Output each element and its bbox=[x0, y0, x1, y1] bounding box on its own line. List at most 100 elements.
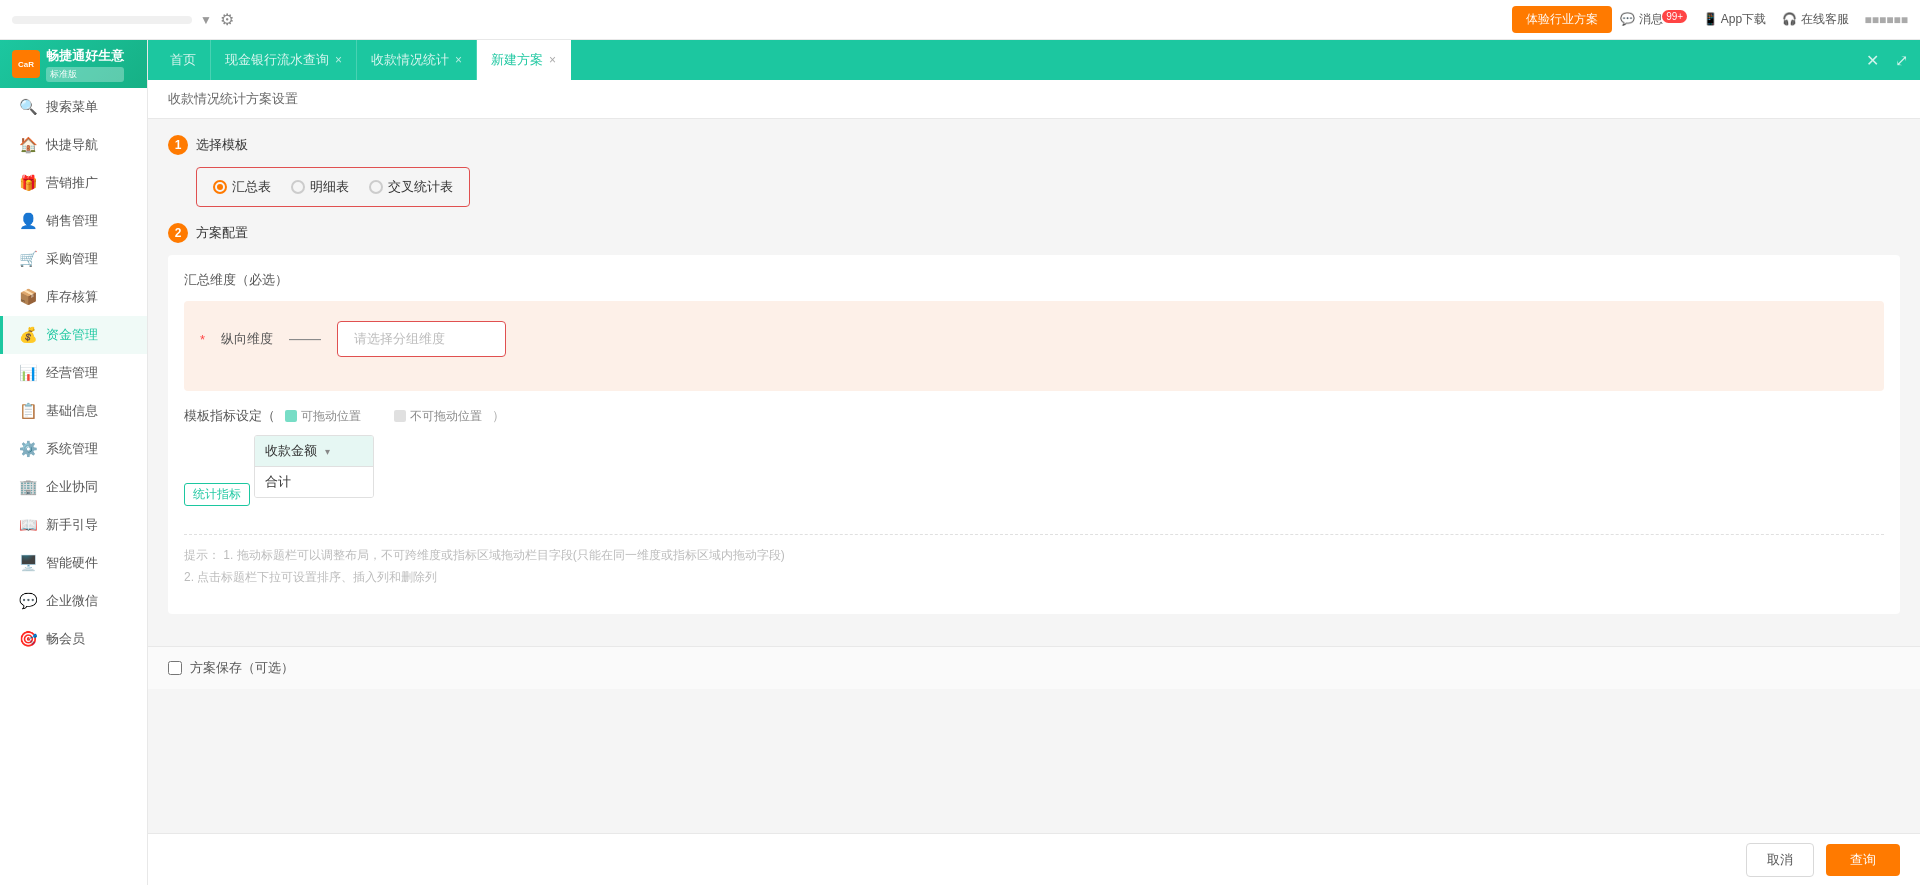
sidebar-item-label: 畅会员 bbox=[46, 630, 85, 648]
close-icon[interactable]: × bbox=[335, 54, 342, 66]
page-header: 收款情况统计方案设置 bbox=[148, 80, 1920, 119]
radio-cross[interactable]: 交叉统计表 bbox=[369, 178, 453, 196]
sidebar-item-operations[interactable]: 📊 经营管理 bbox=[0, 354, 147, 392]
step2-title: 方案配置 bbox=[196, 224, 248, 242]
box-icon: 📦 bbox=[19, 288, 38, 306]
metrics-header: 模板指标设定（ 可拖动位置 不可拖动位置 ） bbox=[184, 407, 1884, 425]
download-label: App下载 bbox=[1721, 12, 1766, 26]
tip1-text: 1. 拖动标题栏可以调整布局，不可跨维度或指标区域拖动栏目字段(只能在同一维度或… bbox=[223, 548, 784, 562]
stats-column-name: 收款金额 bbox=[265, 442, 317, 460]
sidebar-item-finance[interactable]: 💰 资金管理 bbox=[0, 316, 147, 354]
radio-summary[interactable]: 汇总表 bbox=[213, 178, 271, 196]
notification-area[interactable]: 💬 消息 99+ bbox=[1620, 11, 1687, 28]
gear-icon[interactable]: ⚙ bbox=[220, 10, 234, 29]
chevron-down-icon: ▾ bbox=[325, 446, 330, 457]
tab-new-plan-label: 新建方案 bbox=[491, 51, 543, 69]
action-bar: 取消 查询 bbox=[148, 833, 1920, 885]
stats-header-row[interactable]: 收款金额 ▾ bbox=[255, 436, 373, 467]
sidebar-item-quick-nav[interactable]: 🏠 快捷导航 bbox=[0, 126, 147, 164]
sidebar-item-basic-info[interactable]: 📋 基础信息 bbox=[0, 392, 147, 430]
metrics-close-paren: ） bbox=[492, 407, 505, 425]
locked-label: 不可拖动位置 bbox=[410, 408, 482, 425]
sidebar-item-label: 采购管理 bbox=[46, 250, 98, 268]
sidebar-item-label: 新手引导 bbox=[46, 516, 98, 534]
tab-receipt-stats-label: 收款情况统计 bbox=[371, 51, 449, 69]
tab-bank-flow-label: 现金银行流水查询 bbox=[225, 51, 329, 69]
search-box[interactable] bbox=[12, 16, 192, 24]
notification-badge: 99+ bbox=[1662, 10, 1687, 23]
content-area: 首页 现金银行流水查询 × 收款情况统计 × 新建方案 × ✕ ⤢ 收款情况统计… bbox=[148, 40, 1920, 885]
sidebar-item-hardware[interactable]: 🖥️ 智能硬件 bbox=[0, 544, 147, 582]
home-icon: 🏠 bbox=[19, 136, 38, 154]
sidebar-item-system[interactable]: ⚙️ 系统管理 bbox=[0, 430, 147, 468]
book-icon: 📖 bbox=[19, 516, 38, 534]
tip-label: 提示： bbox=[184, 548, 220, 562]
locked-badge: 不可拖动位置 bbox=[394, 408, 482, 425]
tab-bank-flow[interactable]: 现金银行流水查询 × bbox=[211, 40, 357, 80]
tab-home[interactable]: 首页 bbox=[156, 40, 211, 80]
tab-new-plan[interactable]: 新建方案 × bbox=[477, 40, 571, 80]
gift-icon: 🎁 bbox=[19, 174, 38, 192]
dimension-select[interactable]: 请选择分组维度 bbox=[337, 321, 506, 357]
online-service[interactable]: 🎧 在线客服 bbox=[1782, 11, 1848, 28]
settings-icon: ⚙️ bbox=[19, 440, 38, 458]
dimension-section-label: 汇总维度（必选） bbox=[184, 271, 1884, 289]
tip1: 提示： 1. 拖动标题栏可以调整布局，不可跨维度或指标区域拖动栏目字段(只能在同… bbox=[184, 545, 1884, 567]
close-window-icon[interactable]: ✕ bbox=[1862, 51, 1883, 70]
dimension-row: * 纵向维度 —— 请选择分组维度 bbox=[200, 321, 1868, 357]
dimension-label-text: 汇总维度（必选） bbox=[184, 272, 288, 287]
tab-home-label: 首页 bbox=[170, 51, 196, 69]
stats-body-row: 合计 bbox=[255, 467, 373, 497]
draggable-label: 可拖动位置 bbox=[301, 408, 361, 425]
tips-area: 提示： 1. 拖动标题栏可以调整布局，不可跨维度或指标区域拖动栏目字段(只能在同… bbox=[184, 534, 1884, 598]
app-download[interactable]: 📱 App下载 bbox=[1703, 11, 1766, 28]
locked-dot bbox=[394, 410, 406, 422]
maximize-icon[interactable]: ⤢ bbox=[1891, 51, 1912, 70]
industry-btn[interactable]: 体验行业方案 bbox=[1512, 6, 1612, 33]
step1-section: 1 选择模板 汇总表 bbox=[168, 135, 1900, 207]
template-selection: 汇总表 明细表 交叉统计表 bbox=[196, 167, 470, 207]
sidebar-item-wechat[interactable]: 💬 企业微信 bbox=[0, 582, 147, 620]
radio-detail-label: 明细表 bbox=[310, 178, 349, 196]
chart-icon: 📊 bbox=[19, 364, 38, 382]
sidebar-item-sales[interactable]: 👤 销售管理 bbox=[0, 202, 147, 240]
sidebar-item-guide[interactable]: 📖 新手引导 bbox=[0, 506, 147, 544]
sidebar-item-label: 基础信息 bbox=[46, 402, 98, 420]
logo-badge: 标准版 bbox=[46, 67, 124, 82]
service-label: 在线客服 bbox=[1801, 12, 1849, 26]
sidebar-item-label: 企业协同 bbox=[46, 478, 98, 496]
save-plan-label: 方案保存（可选） bbox=[190, 659, 294, 677]
step1-number: 1 bbox=[168, 135, 188, 155]
sidebar-item-enterprise[interactable]: 🏢 企业协同 bbox=[0, 468, 147, 506]
user-icon: 👤 bbox=[19, 212, 38, 230]
sidebar-item-label: 库存核算 bbox=[46, 288, 98, 306]
page-body: 1 选择模板 汇总表 bbox=[148, 119, 1920, 646]
member-icon: 🎯 bbox=[19, 630, 38, 648]
sidebar-item-search-menu[interactable]: 🔍 搜索菜单 bbox=[0, 88, 147, 126]
sidebar-item-member[interactable]: 🎯 畅会员 bbox=[0, 620, 147, 658]
radio-detail[interactable]: 明细表 bbox=[291, 178, 349, 196]
notification-label: 消息 bbox=[1639, 12, 1663, 26]
dimension-required-star: * bbox=[200, 332, 205, 347]
cancel-button[interactable]: 取消 bbox=[1746, 843, 1814, 877]
close-icon[interactable]: × bbox=[549, 54, 556, 66]
save-plan-checkbox[interactable] bbox=[168, 661, 182, 675]
stats-section-label: 统计指标 bbox=[184, 483, 250, 506]
tab-receipt-stats[interactable]: 收款情况统计 × bbox=[357, 40, 477, 80]
chevron-down-icon: ▼ bbox=[200, 13, 212, 27]
sidebar-item-purchase[interactable]: 🛒 采购管理 bbox=[0, 240, 147, 278]
sidebar-item-inventory[interactable]: 📦 库存核算 bbox=[0, 278, 147, 316]
chat-icon: 💬 bbox=[19, 592, 38, 610]
sidebar-item-marketing[interactable]: 🎁 营销推广 bbox=[0, 164, 147, 202]
stats-table: 收款金额 ▾ 合计 bbox=[254, 435, 374, 498]
header-title: 收款情况统计方案设置 bbox=[168, 91, 298, 106]
radio-cross-label: 交叉统计表 bbox=[388, 178, 453, 196]
query-button[interactable]: 查询 bbox=[1826, 844, 1900, 876]
stats-area: 统计指标 收款金额 ▾ 合计 bbox=[184, 435, 1884, 514]
user-area[interactable]: ■■■■■■ bbox=[1865, 13, 1909, 27]
monitor-icon: 🖥️ bbox=[19, 554, 38, 572]
close-icon[interactable]: × bbox=[455, 54, 462, 66]
cart-icon: 🛒 bbox=[19, 250, 38, 268]
step1-header: 1 选择模板 bbox=[168, 135, 1900, 155]
tab-bar: 首页 现金银行流水查询 × 收款情况统计 × 新建方案 × ✕ ⤢ bbox=[148, 40, 1920, 80]
